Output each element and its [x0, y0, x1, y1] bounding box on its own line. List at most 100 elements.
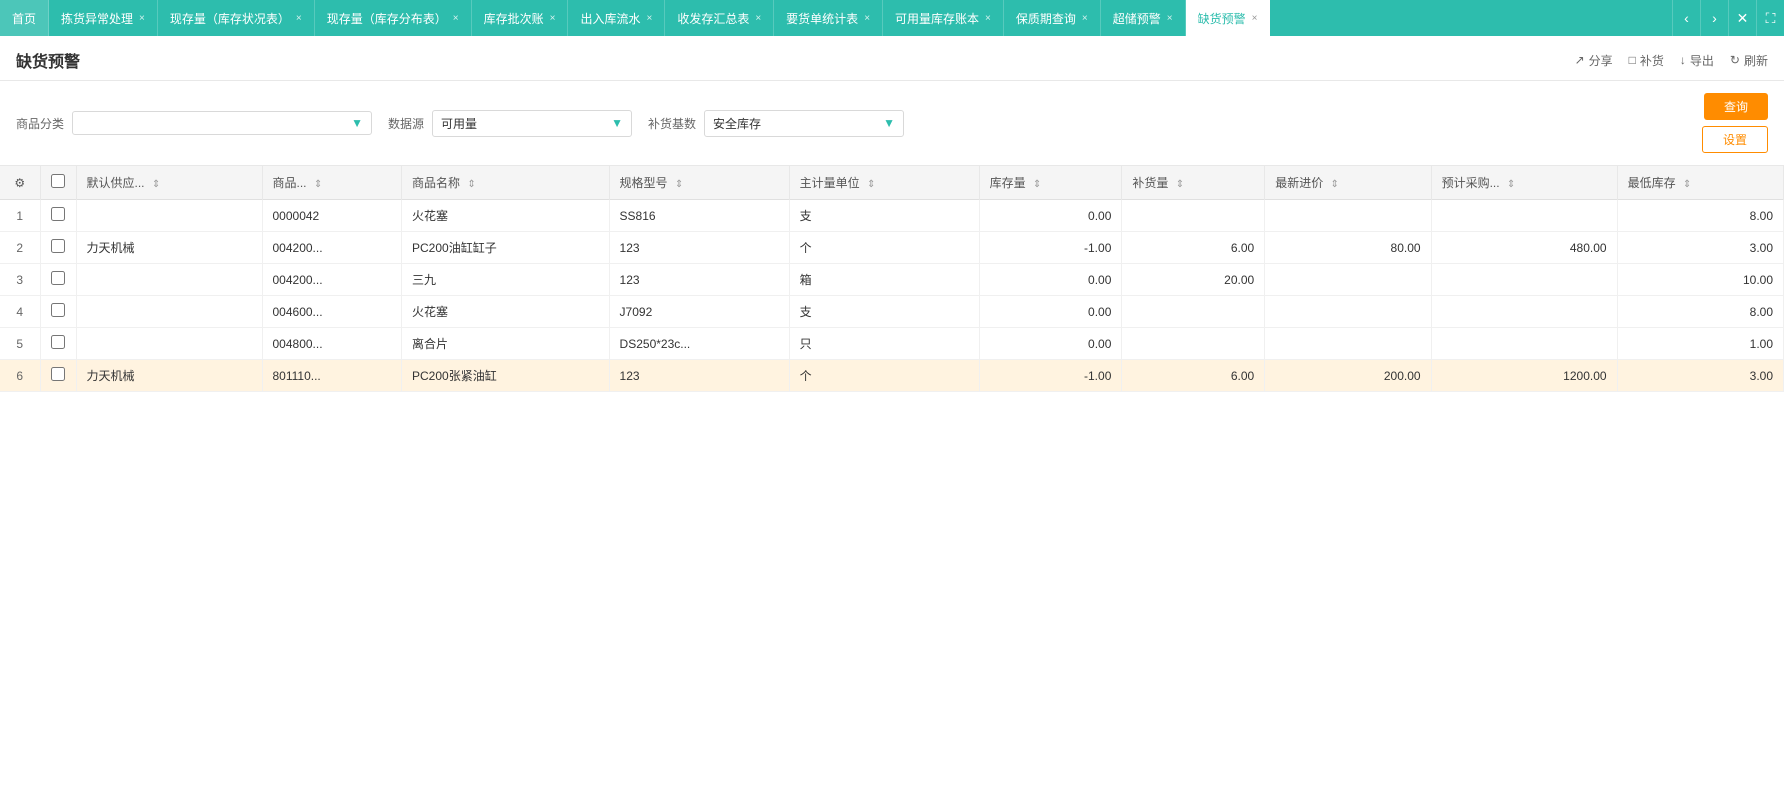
datasource-select[interactable]: 可用量 ▼: [432, 110, 632, 137]
est-purchase-cell: 480.00: [1431, 232, 1617, 264]
col-latest-price[interactable]: 最新进价 ⇕: [1265, 166, 1431, 200]
tab-label-home: 首页: [12, 10, 36, 27]
replenish-qty-cell: [1122, 296, 1265, 328]
tab-close-batch[interactable]: ×: [550, 13, 556, 24]
col-default-supplier[interactable]: 默认供应... ⇕: [76, 166, 262, 200]
select-all-checkbox[interactable]: [51, 174, 65, 188]
tab-item-exception[interactable]: 拣货异常处理×: [49, 0, 158, 36]
product-code-cell: 801110...: [262, 360, 402, 392]
spec-cell: SS816: [609, 200, 789, 232]
tab-expand-btn[interactable]: ⛶: [1756, 0, 1784, 36]
unit-cell: 只: [789, 328, 979, 360]
tab-item-batch[interactable]: 库存批次账×: [472, 0, 569, 36]
table-row: 2力天机械004200...PC200油缸缸子123个-1.006.0080.0…: [0, 232, 1784, 264]
replenish-btn[interactable]: □ 补货: [1629, 52, 1664, 69]
tab-item-home[interactable]: 首页: [0, 0, 49, 36]
row-checkbox-cell: [40, 264, 76, 296]
replenish-qty-cell: 6.00: [1122, 360, 1265, 392]
tab-close-exception[interactable]: ×: [139, 13, 145, 24]
col-product-name[interactable]: 商品名称 ⇕: [402, 166, 610, 200]
row-checkbox[interactable]: [51, 303, 65, 317]
settings-button[interactable]: 设置: [1702, 126, 1768, 153]
tab-item-inventory-dist[interactable]: 现存量（库存分布表）×: [315, 0, 472, 36]
export-label: 导出: [1690, 52, 1714, 69]
col-replenish-qty[interactable]: 补货量 ⇕: [1122, 166, 1265, 200]
share-icon: ↗: [1575, 53, 1585, 67]
col-unit[interactable]: 主计量单位 ⇕: [789, 166, 979, 200]
gear-settings-icon[interactable]: ⚙: [14, 176, 25, 190]
product-code-cell: 004200...: [262, 264, 402, 296]
product-name-cell: 离合片: [402, 328, 610, 360]
supplier-cell: [76, 296, 262, 328]
tab-prev-btn[interactable]: ‹: [1672, 0, 1700, 36]
product-code-cell: 004800...: [262, 328, 402, 360]
refresh-btn[interactable]: ↻ 刷新: [1730, 52, 1768, 69]
replenish-base-arrow-icon: ▼: [883, 116, 895, 130]
table-header-row: ⚙ 默认供应... ⇕ 商品... ⇕ 商品名称 ⇕ 规格型号 ⇕ 主计量单位 …: [0, 166, 1784, 200]
tab-item-expiry[interactable]: 保质期查询×: [1004, 0, 1101, 36]
tab-label-overstock: 超储预警: [1113, 10, 1161, 27]
col-min-stock[interactable]: 最低库存 ⇕: [1617, 166, 1783, 200]
tab-close-receive-total[interactable]: ×: [755, 13, 761, 24]
tab-close-expiry[interactable]: ×: [1082, 13, 1088, 24]
row-checkbox[interactable]: [51, 367, 65, 381]
min-stock-cell: 3.00: [1617, 232, 1783, 264]
spec-cell: J7092: [609, 296, 789, 328]
unit-cell: 支: [789, 200, 979, 232]
table-row: 6力天机械801110...PC200张紧油缸123个-1.006.00200.…: [0, 360, 1784, 392]
col-est-purchase[interactable]: 预计采购... ⇕: [1431, 166, 1617, 200]
category-select[interactable]: ▼: [72, 111, 372, 135]
spec-cell: 123: [609, 232, 789, 264]
tab-close-order-stat[interactable]: ×: [864, 13, 870, 24]
unit-cell: 个: [789, 232, 979, 264]
col-spec[interactable]: 规格型号 ⇕: [609, 166, 789, 200]
est-purchase-cell: [1431, 264, 1617, 296]
unit-cell: 支: [789, 296, 979, 328]
sort-icon-spec: ⇕: [675, 179, 683, 190]
est-purchase-cell: [1431, 328, 1617, 360]
supplier-cell: [76, 200, 262, 232]
datasource-filter-group: 数据源 可用量 ▼: [388, 110, 632, 137]
col-product-code[interactable]: 商品... ⇕: [262, 166, 402, 200]
min-stock-cell: 10.00: [1617, 264, 1783, 296]
tab-close-shortage[interactable]: ×: [1252, 13, 1258, 24]
tab-item-inventory-status[interactable]: 现存量（库存状况表）×: [158, 0, 315, 36]
replenish-qty-cell: [1122, 328, 1265, 360]
tab-item-shortage[interactable]: 缺货预警 ×: [1186, 0, 1271, 36]
row-checkbox-cell: [40, 296, 76, 328]
col-checkbox[interactable]: [40, 166, 76, 200]
tab-label-avail-ledger: 可用量库存账本: [895, 10, 979, 27]
sort-icon-name: ⇕: [467, 179, 475, 190]
tab-label-shortage: 缺货预警: [1198, 10, 1246, 27]
supplier-cell: 力天机械: [76, 360, 262, 392]
col-gear[interactable]: ⚙: [0, 166, 40, 200]
tab-close-all-btn[interactable]: ✕: [1728, 0, 1756, 36]
tab-nav-buttons: ‹ › ✕ ⛶: [1672, 0, 1784, 36]
share-label: 分享: [1589, 52, 1613, 69]
latest-price-cell: [1265, 264, 1431, 296]
tab-item-order-stat[interactable]: 要货单统计表×: [774, 0, 883, 36]
tab-close-overstock[interactable]: ×: [1167, 13, 1173, 24]
page-title: 缺货预警: [16, 48, 80, 72]
tab-close-inventory-dist[interactable]: ×: [453, 13, 459, 24]
min-stock-cell: 3.00: [1617, 360, 1783, 392]
tab-close-inventory-status[interactable]: ×: [296, 13, 302, 24]
col-stock-qty[interactable]: 库存量 ⇕: [979, 166, 1122, 200]
header-actions: ↗ 分享 □ 补货 ↓ 导出 ↻ 刷新: [1575, 52, 1768, 69]
tab-next-btn[interactable]: ›: [1700, 0, 1728, 36]
row-checkbox[interactable]: [51, 239, 65, 253]
tab-item-avail-ledger[interactable]: 可用量库存账本 ×: [883, 0, 1004, 36]
share-btn[interactable]: ↗ 分享: [1575, 52, 1613, 69]
row-checkbox[interactable]: [51, 271, 65, 285]
replenish-base-select[interactable]: 安全库存 ▼: [704, 110, 904, 137]
tab-item-overstock[interactable]: 超储预警 ×: [1101, 0, 1186, 36]
query-button[interactable]: 查询: [1704, 93, 1768, 120]
tab-item-receive-total[interactable]: 收发存汇总表×: [665, 0, 774, 36]
tab-item-inout-flow[interactable]: 出入库流水×: [568, 0, 665, 36]
tab-close-avail-ledger[interactable]: ×: [985, 13, 991, 24]
tab-close-inout-flow[interactable]: ×: [646, 13, 652, 24]
row-checkbox[interactable]: [51, 335, 65, 349]
row-checkbox[interactable]: [51, 207, 65, 221]
datasource-arrow-icon: ▼: [611, 116, 623, 130]
export-btn[interactable]: ↓ 导出: [1680, 52, 1714, 69]
